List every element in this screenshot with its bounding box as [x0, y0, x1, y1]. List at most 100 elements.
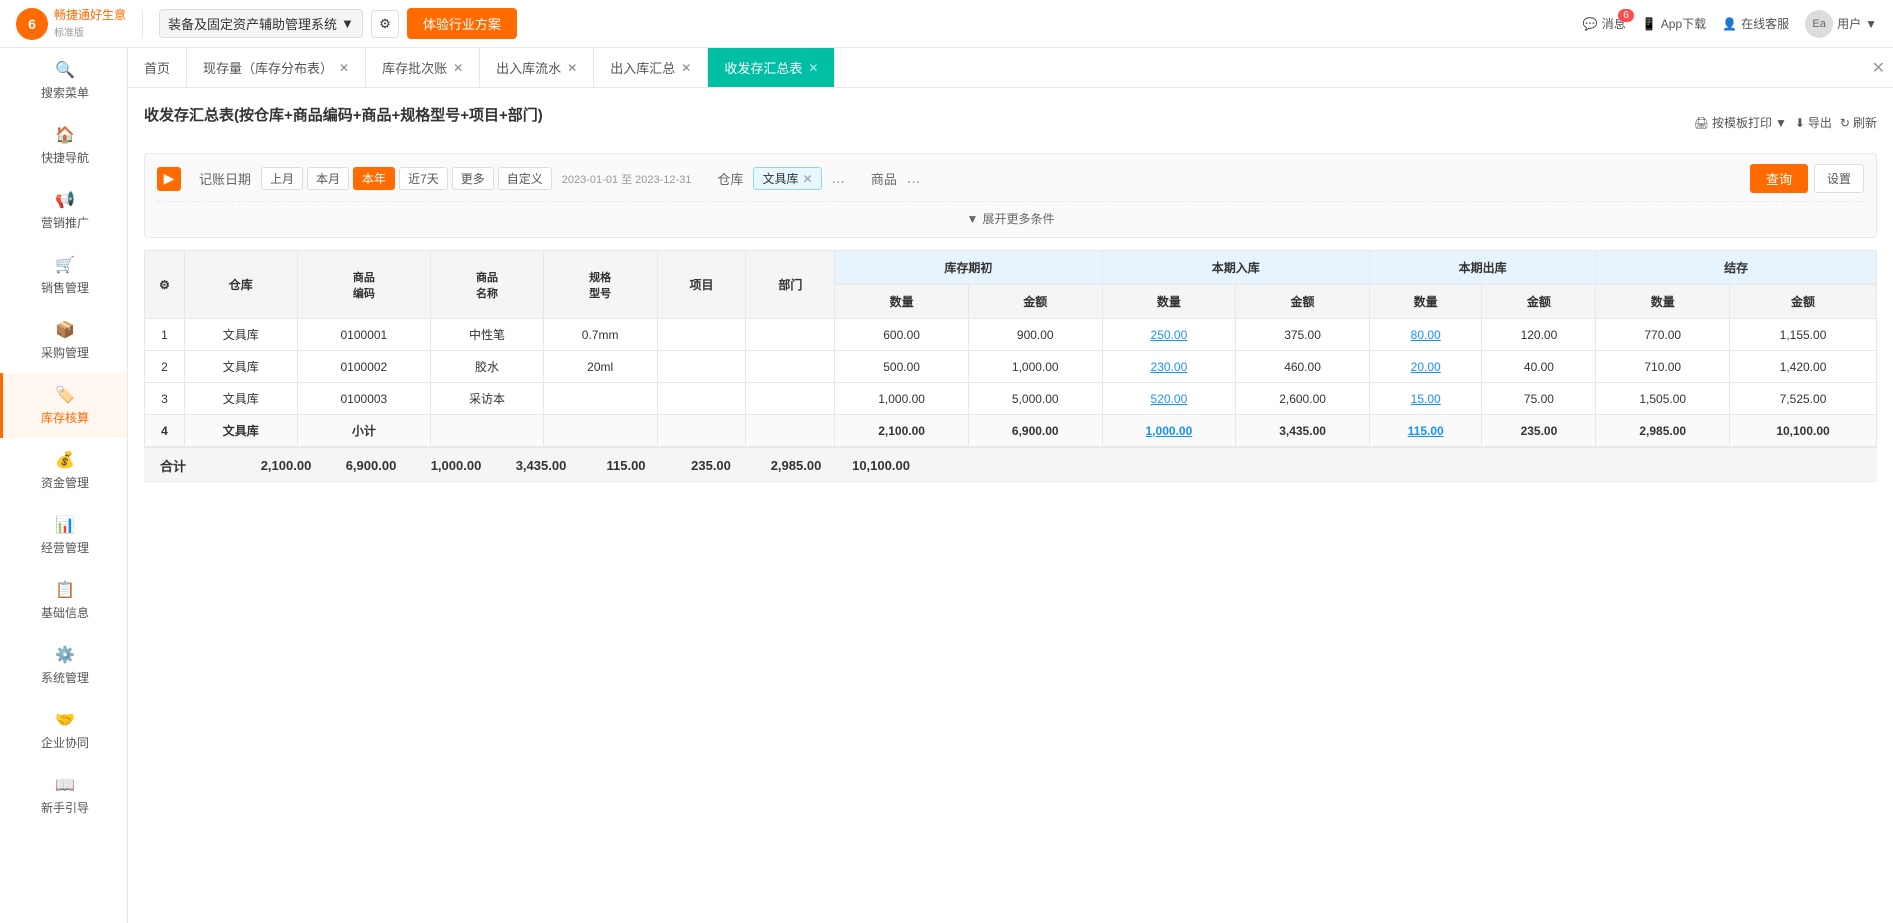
- online-service-item[interactable]: 👤 在线客服: [1722, 15, 1789, 32]
- row3-opening-amt: 5,000.00: [968, 383, 1102, 415]
- tab-inout-flow-close[interactable]: ✕: [567, 61, 577, 75]
- warehouse-ellipsis[interactable]: ...: [832, 170, 845, 188]
- row1-out-qty[interactable]: 80.00: [1369, 319, 1482, 351]
- tab-inout-summary-close[interactable]: ✕: [681, 61, 691, 75]
- settings-icon[interactable]: ⚙: [371, 10, 399, 38]
- chart-icon: 📊: [55, 515, 75, 535]
- system-title: 装备及固定资产辅助管理系统: [168, 14, 337, 33]
- query-button[interactable]: 查询: [1750, 164, 1808, 193]
- message-badge: 6: [1618, 9, 1634, 22]
- row1-warehouse: 文具库: [185, 319, 298, 351]
- tab-bar-end: ✕: [1872, 58, 1893, 78]
- date-btn-this-month[interactable]: 本月: [307, 167, 349, 190]
- tab-collect-summary[interactable]: 收发存汇总表 ✕: [708, 48, 835, 87]
- online-service-label: 在线客服: [1741, 15, 1789, 32]
- settings-button[interactable]: 设置: [1814, 164, 1864, 193]
- sidebar-item-operation[interactable]: 📊 经营管理: [0, 503, 127, 568]
- tab-home[interactable]: 首页: [128, 48, 187, 87]
- sidebar-item-quick-nav[interactable]: 🏠 快捷导航: [0, 113, 127, 178]
- subtotal-in-qty[interactable]: 1,000.00: [1102, 415, 1236, 447]
- subtotal-seq: 4: [145, 415, 185, 447]
- sidebar-item-enterprise[interactable]: 🤝 企业协同: [0, 698, 127, 763]
- row2-project: [657, 351, 746, 383]
- date-btn-last-month[interactable]: 上月: [261, 167, 303, 190]
- tab-collect-summary-close[interactable]: ✕: [808, 61, 818, 75]
- tab-inventory-dist[interactable]: 现存量（库存分布表） ✕: [187, 48, 366, 87]
- trial-button[interactable]: 体验行业方案: [407, 8, 517, 39]
- th-in-qty: 数量: [1102, 285, 1236, 319]
- sidebar-item-marketing[interactable]: 📢 营销推广: [0, 178, 127, 243]
- total-label: 合计: [160, 456, 186, 475]
- row2-out-amt: 40.00: [1482, 351, 1596, 383]
- sidebar-item-guide[interactable]: 📖 新手引导: [0, 763, 127, 828]
- row2-out-qty-link[interactable]: 20.00: [1411, 360, 1441, 374]
- table-container: ⚙ 仓库 商品编码 商品名称 规格型号 项目 部门 库存期初 本期入库 本期出: [144, 250, 1877, 447]
- row3-name: 采访本: [431, 383, 544, 415]
- row2-dept: [746, 351, 835, 383]
- subtotal-out-qty-link[interactable]: 115.00: [1408, 424, 1444, 438]
- table-settings-icon[interactable]: ⚙: [159, 278, 170, 292]
- goods-ellipsis[interactable]: ...: [907, 170, 920, 188]
- message-icon-item[interactable]: 💬 消息 6: [1583, 15, 1626, 32]
- page-header: 收发存汇总表(按仓库+商品编码+商品+规格型号+项目+部门) 🖨 按模板打印 ▼…: [144, 104, 1877, 141]
- th-goods-code: 商品编码: [297, 251, 431, 319]
- tab-inout-flow[interactable]: 出入库流水 ✕: [480, 48, 594, 87]
- row1-opening-qty: 600.00: [835, 319, 969, 351]
- page-actions: 🖨 按模板打印 ▼ ⬇ 导出 ↻ 刷新: [1694, 114, 1877, 131]
- collapse-button[interactable]: ▶: [157, 167, 181, 191]
- refresh-action[interactable]: ↻ 刷新: [1840, 114, 1877, 131]
- sidebar-item-sales[interactable]: 🛒 销售管理: [0, 243, 127, 308]
- tab-inout-summary[interactable]: 出入库汇总 ✕: [594, 48, 708, 87]
- warehouse-tag-close[interactable]: ✕: [802, 172, 812, 186]
- total-values: 2,100.00 6,900.00 1,000.00 3,435.00 115.…: [246, 458, 1861, 473]
- date-btn-this-year[interactable]: 本年: [353, 167, 395, 190]
- sidebar-item-purchase[interactable]: 📦 采购管理: [0, 308, 127, 373]
- sidebar-item-system[interactable]: ⚙️ 系统管理: [0, 633, 127, 698]
- row3-in-qty-link[interactable]: 520.00: [1151, 392, 1188, 406]
- row3-project: [657, 383, 746, 415]
- chevron-down-icon: ▼: [1865, 17, 1877, 31]
- export-action[interactable]: ⬇ 导出: [1795, 114, 1832, 131]
- tab-batch[interactable]: 库存批次账 ✕: [366, 48, 480, 87]
- chevron-down-icon: ▼: [341, 16, 354, 31]
- total-out-amt: 235.00: [666, 458, 756, 473]
- tab-more-icon[interactable]: ✕: [1872, 60, 1885, 77]
- date-btn-7days[interactable]: 近7天: [399, 167, 448, 190]
- sidebar-label-quick-nav: 快捷导航: [41, 149, 89, 166]
- warehouse-label: 仓库: [717, 169, 743, 188]
- logo-area: 6 畅捷通好生意 标准版: [16, 8, 126, 40]
- total-opening-amt: 6,900.00: [326, 458, 416, 473]
- row2-balance-amt: 1,420.00: [1730, 351, 1877, 383]
- row3-warehouse: 文具库: [185, 383, 298, 415]
- app-download-item[interactable]: 📱 App下载: [1642, 15, 1706, 32]
- filter-expand-button[interactable]: ▼ 展开更多条件: [157, 201, 1864, 227]
- tab-inventory-dist-close[interactable]: ✕: [339, 61, 349, 75]
- row3-out-qty-link[interactable]: 15.00: [1411, 392, 1441, 406]
- user-item[interactable]: Ea 用户 ▼: [1805, 10, 1877, 38]
- print-action[interactable]: 🖨 按模板打印 ▼: [1694, 114, 1787, 131]
- row1-out-qty-link[interactable]: 80.00: [1411, 328, 1441, 342]
- sidebar-item-inventory[interactable]: 🏷️ 库存核算: [0, 373, 127, 438]
- sidebar-item-finance[interactable]: 💰 资金管理: [0, 438, 127, 503]
- date-btn-custom[interactable]: 自定义: [498, 167, 552, 190]
- row3-in-qty[interactable]: 520.00: [1102, 383, 1236, 415]
- date-btn-more[interactable]: 更多: [452, 167, 494, 190]
- row2-in-qty-link[interactable]: 230.00: [1151, 360, 1188, 374]
- content-area: 首页 现存量（库存分布表） ✕ 库存批次账 ✕ 出入库流水 ✕ 出入库汇总 ✕: [128, 48, 1893, 923]
- row2-in-qty[interactable]: 230.00: [1102, 351, 1236, 383]
- row2-code: 0100002: [297, 351, 431, 383]
- row1-in-qty[interactable]: 250.00: [1102, 319, 1236, 351]
- system-selector[interactable]: 装备及固定资产辅助管理系统 ▼: [159, 9, 363, 38]
- row1-balance-qty: 770.00: [1596, 319, 1730, 351]
- subtotal-out-qty[interactable]: 115.00: [1369, 415, 1482, 447]
- row3-seq: 3: [145, 383, 185, 415]
- sidebar-item-basic-info[interactable]: 📋 基础信息: [0, 568, 127, 633]
- tab-batch-close[interactable]: ✕: [453, 61, 463, 75]
- row2-seq: 2: [145, 351, 185, 383]
- row2-out-qty[interactable]: 20.00: [1369, 351, 1482, 383]
- row3-out-qty[interactable]: 15.00: [1369, 383, 1482, 415]
- subtotal-in-qty-link[interactable]: 1,000.00: [1146, 424, 1193, 438]
- tab-home-label: 首页: [144, 58, 170, 77]
- sidebar-item-search[interactable]: 🔍 搜索菜单: [0, 48, 127, 113]
- row1-in-qty-link[interactable]: 250.00: [1151, 328, 1188, 342]
